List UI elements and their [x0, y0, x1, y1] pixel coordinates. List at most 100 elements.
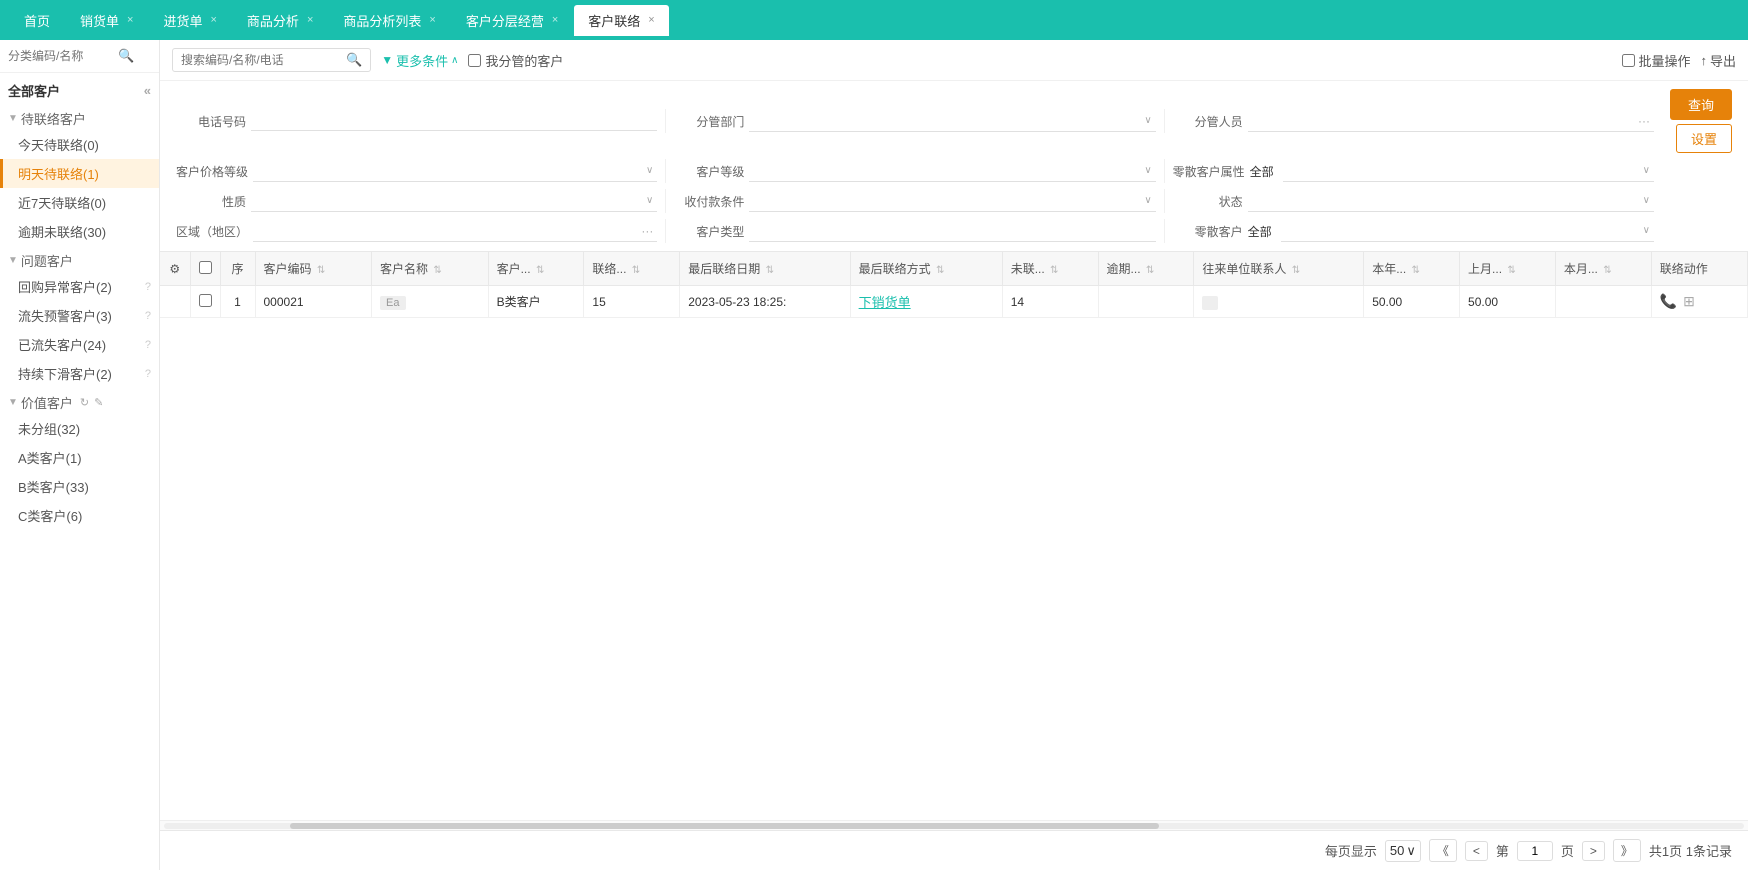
nav-home[interactable]: 首页 [10, 5, 64, 36]
total-records: 共1页 1条记录 [1649, 841, 1732, 860]
horizontal-scrollbar[interactable] [160, 820, 1748, 830]
sidebar-collapse-icon[interactable]: « [144, 83, 151, 98]
filter-select-gender[interactable]: ∨ [251, 190, 657, 212]
sort-code-icon: ⇅ [317, 265, 325, 276]
help-icon-2[interactable]: ? [145, 310, 151, 322]
page-number-input[interactable] [1517, 841, 1553, 861]
filter-select-retail-attr[interactable]: ∨ [1283, 160, 1654, 182]
close-customer-contact-icon[interactable]: × [648, 14, 654, 26]
export-btn[interactable]: ↑ 导出 [1700, 51, 1736, 70]
filter-select-customer-type[interactable] [749, 220, 1155, 242]
filter-label-area: 区域（地区） [176, 223, 248, 240]
filter-divider-8 [1164, 219, 1165, 243]
th-code[interactable]: 客户编码 ⇅ [255, 252, 372, 286]
search-bar-right: 批量操作 ↑ 导出 [1622, 51, 1736, 70]
filter-select-customer-level[interactable]: ∨ [749, 160, 1155, 182]
my-customer-checkbox[interactable] [468, 54, 481, 67]
batch-op-checkbox[interactable] [1622, 54, 1635, 67]
batch-op-btn[interactable]: 批量操作 [1622, 51, 1690, 70]
nav-product-analysis-list[interactable]: 商品分析列表 × [329, 5, 449, 36]
close-product-analysis-list-icon[interactable]: × [429, 14, 435, 26]
sidebar-search-input[interactable] [8, 49, 118, 63]
td-contact-person [1194, 286, 1364, 318]
filter-label-retail-attr: 零散客户属性 [1173, 163, 1245, 180]
sidebar-item-declining[interactable]: 持续下滑客户(2) ? [0, 359, 159, 388]
sidebar-item-churned[interactable]: 已流失客户(24) ? [0, 330, 159, 359]
last-method-link[interactable]: 下销货单 [859, 295, 911, 310]
page-size-select[interactable]: 50 ∨ [1385, 840, 1421, 862]
sort-last-method-icon: ⇅ [936, 265, 944, 276]
close-customer-tier-icon[interactable]: × [552, 14, 558, 26]
action-grid-icon[interactable]: ⊞ [1683, 293, 1695, 310]
sidebar-section-pending[interactable]: 待联络客户 [0, 104, 159, 130]
filter-panel: 电话号码 分管部门 ∨ 分管人员 ··· [160, 81, 1748, 252]
th-last-date[interactable]: 最后联络日期 ⇅ [680, 252, 850, 286]
sidebar-item-tomorrow[interactable]: 明天待联络(1) [0, 159, 159, 188]
nav-customer-contact[interactable]: 客户联络 × [574, 5, 668, 36]
action-phone-icon[interactable]: 📞 [1660, 293, 1677, 310]
query-btn[interactable]: 查询 [1670, 89, 1732, 120]
value-refresh-icon[interactable]: ↻ [80, 396, 89, 409]
sort-name-icon: ⇅ [433, 265, 441, 276]
th-overdue[interactable]: 逾期... ⇅ [1098, 252, 1194, 286]
sidebar-section-problem[interactable]: 问题客户 [0, 246, 159, 272]
close-purchase-icon[interactable]: × [210, 14, 216, 26]
th-contact-count[interactable]: 联络... ⇅ [584, 252, 680, 286]
more-filter-btn[interactable]: ▼ 更多条件 ∧ [381, 51, 458, 70]
nav-customer-tier[interactable]: 客户分层经营 × [452, 5, 572, 36]
sidebar-item-class-a[interactable]: A类客户(1) [0, 443, 159, 472]
sidebar-item-today[interactable]: 今天待联络(0) [0, 130, 159, 159]
filter-select-branch-dept[interactable]: ∨ [749, 110, 1155, 132]
prev-page-btn[interactable]: < [1465, 841, 1488, 861]
sidebar-all-customers[interactable]: 全部客户 « [0, 73, 159, 104]
th-this-month[interactable]: 本月... ⇅ [1555, 252, 1651, 286]
filter-label-price-level: 客户价格等级 [176, 163, 248, 180]
next-page-btn[interactable]: > [1582, 841, 1605, 861]
th-type[interactable]: 客户... ⇅ [488, 252, 584, 286]
select-all-checkbox[interactable] [199, 261, 212, 274]
filter-dots-branch-person[interactable]: ··· [1248, 110, 1654, 132]
caret-customer-level-icon: ∨ [1144, 165, 1151, 176]
search-input[interactable] [181, 53, 341, 67]
value-edit-icon[interactable]: ✎ [94, 396, 103, 409]
sidebar-item-class-b[interactable]: B类客户(33) [0, 472, 159, 501]
filter-dots-area[interactable]: ··· [253, 220, 657, 242]
sidebar-item-repurchase-abnormal[interactable]: 回购异常客户(2) ? [0, 272, 159, 301]
nav-product-analysis[interactable]: 商品分析 × [233, 5, 327, 36]
th-contact-person[interactable]: 往来单位联系人 ⇅ [1194, 252, 1364, 286]
th-last-method[interactable]: 最后联络方式 ⇅ [850, 252, 1002, 286]
filter-select-status[interactable]: ∨ [1248, 190, 1654, 212]
filter-select-payment[interactable]: ∨ [749, 190, 1155, 212]
sidebar-section-value[interactable]: 价值客户 ↻ ✎ [0, 388, 159, 414]
last-page-btn[interactable]: 》 [1613, 839, 1641, 862]
help-icon-1[interactable]: ? [145, 281, 151, 293]
td-check [190, 286, 220, 318]
close-sales-icon[interactable]: × [127, 14, 133, 26]
filter-select-retail-customer[interactable]: ∨ [1281, 220, 1654, 242]
nav-sales[interactable]: 销货单 × [66, 5, 147, 36]
help-icon-3[interactable]: ? [145, 339, 151, 351]
sidebar-search-icon[interactable]: 🔍 [118, 48, 134, 64]
th-name[interactable]: 客户名称 ⇅ [372, 252, 489, 286]
row-checkbox[interactable] [199, 294, 212, 307]
sidebar-item-churn-warning[interactable]: 流失预警客户(3) ? [0, 301, 159, 330]
td-this-year: 50.00 [1364, 286, 1460, 318]
my-customer-check[interactable]: 我分管的客户 [468, 51, 563, 70]
filter-arrow-icon: ∧ [451, 55, 458, 66]
th-no-contact[interactable]: 未联... ⇅ [1002, 252, 1098, 286]
sidebar-item-class-c[interactable]: C类客户(6) [0, 501, 159, 530]
search-icon[interactable]: 🔍 [346, 52, 362, 68]
sidebar-item-ungrouped[interactable]: 未分组(32) [0, 414, 159, 443]
nav-purchase[interactable]: 进货单 × [149, 5, 230, 36]
first-page-btn[interactable]: 《 [1429, 839, 1457, 862]
sidebar-item-overdue[interactable]: 逾期未联络(30) [0, 217, 159, 246]
td-last-method[interactable]: 下销货单 [850, 286, 1002, 318]
th-this-year[interactable]: 本年... ⇅ [1364, 252, 1460, 286]
help-icon-4[interactable]: ? [145, 368, 151, 380]
th-last-month[interactable]: 上月... ⇅ [1460, 252, 1556, 286]
filter-input-phone[interactable] [251, 112, 657, 131]
settings-btn[interactable]: 设置 [1676, 124, 1732, 153]
close-product-analysis-icon[interactable]: × [307, 14, 313, 26]
sidebar-item-7days[interactable]: 近7天待联络(0) [0, 188, 159, 217]
filter-select-price-level[interactable]: ∨ [253, 160, 657, 182]
